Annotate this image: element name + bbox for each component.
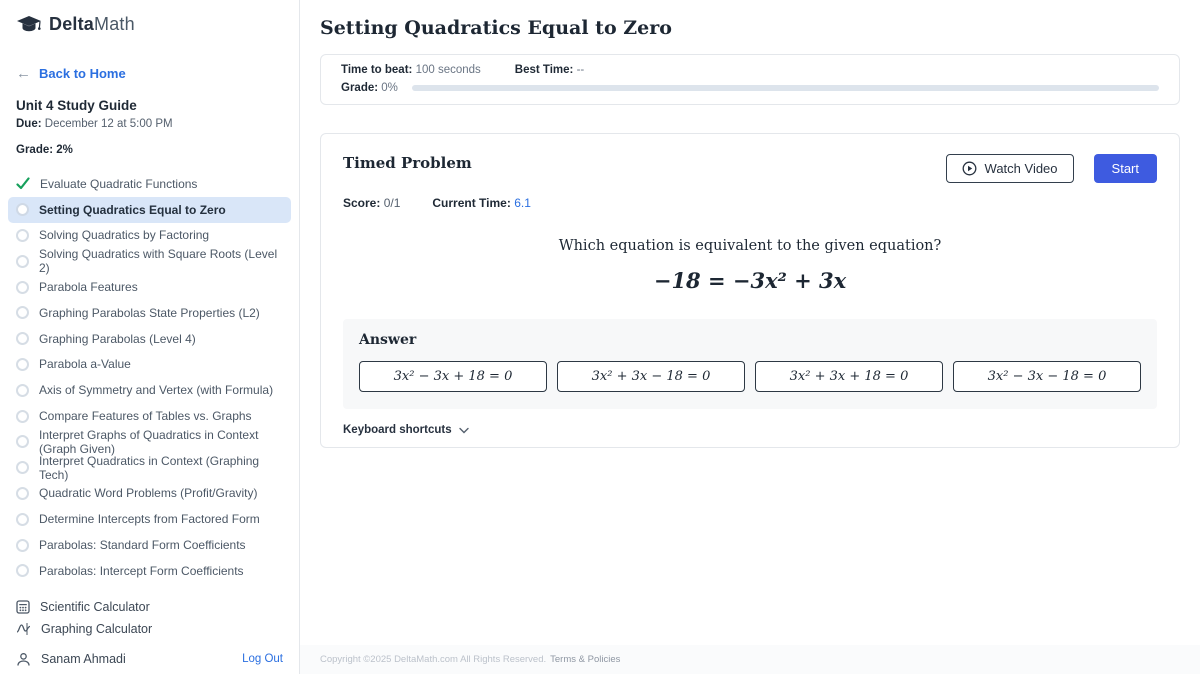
radio-icon — [16, 383, 29, 397]
terms-policies-link[interactable]: Terms & Policies — [550, 654, 620, 665]
answer-choices: 3x² − 3x + 18 = 0 3x² + 3x − 18 = 0 3x² … — [359, 361, 1141, 392]
main-content: Setting Quadratics Equal to Zero Time to… — [300, 0, 1200, 674]
chevron-down-icon — [458, 427, 469, 434]
sidebar: DeltaMath ← Back to Home Unit 4 Study Gu… — [0, 0, 300, 674]
sidebar-item-interpret-graphs-context[interactable]: Interpret Graphs of Quadratics in Contex… — [8, 428, 291, 456]
radio-icon — [16, 538, 29, 552]
sidebar-item-parabola-a-value[interactable]: Parabola a-Value — [8, 352, 291, 378]
radio-icon — [16, 486, 29, 500]
radio-icon — [16, 228, 29, 242]
sidebar-item-interpret-quadratics-context[interactable]: Interpret Quadratics in Context (Graphin… — [8, 454, 291, 482]
back-arrow-icon: ← — [16, 65, 31, 82]
best-time: Best Time: -- — [514, 64, 585, 76]
radio-icon — [16, 564, 29, 578]
user-icon — [16, 652, 31, 667]
answer-panel: Answer 3x² − 3x + 18 = 0 3x² + 3x − 18 =… — [343, 319, 1157, 409]
logout-link[interactable]: Log Out — [242, 653, 283, 665]
copyright-text: Copyright ©2025 DeltaMath.com All Rights… — [320, 654, 547, 665]
grade-text: Grade: 0% — [341, 82, 398, 94]
answer-choice-1[interactable]: 3x² − 3x + 18 = 0 — [359, 361, 547, 392]
radio-icon — [16, 254, 29, 268]
sidebar-item-parabola-features[interactable]: Parabola Features — [8, 274, 291, 300]
deltamath-logo[interactable]: DeltaMath — [0, 14, 299, 35]
start-button[interactable]: Start — [1093, 154, 1157, 183]
page-title: Setting Quadratics Equal to Zero — [320, 17, 672, 39]
graphing-calculator-link[interactable]: Graphing Calculator — [0, 618, 299, 640]
assignment-stats-card: Time to beat: 100 seconds Best Time: -- … — [320, 54, 1180, 105]
timed-problem-card: Timed Problem Watch Video Start Score: 0… — [320, 133, 1180, 448]
score-row: Score: 0/1 Current Time: 6.1 — [343, 196, 1157, 210]
sidebar-item-quadratic-word-problems[interactable]: Quadratic Word Problems (Profit/Gravity) — [8, 481, 291, 507]
calculator-icon — [16, 600, 30, 614]
problem-title: Timed Problem — [343, 154, 472, 172]
radio-icon — [16, 203, 29, 217]
sidebar-item-determine-intercepts[interactable]: Determine Intercepts from Factored Form — [8, 506, 291, 532]
sidebar-item-axis-of-symmetry-vertex[interactable]: Axis of Symmetry and Vertex (with Formul… — [8, 377, 291, 403]
sidebar-item-solving-quadratics-square-roots[interactable]: Solving Quadratics with Square Roots (Le… — [8, 247, 291, 275]
radio-icon — [16, 461, 29, 475]
stats-row: Time to beat: 100 seconds Best Time: -- — [341, 64, 1159, 76]
sidebar-item-compare-features-tables-graphs[interactable]: Compare Features of Tables vs. Graphs — [8, 403, 291, 429]
app-window: DeltaMath ← Back to Home Unit 4 Study Gu… — [0, 0, 1200, 674]
radio-icon — [16, 357, 29, 371]
problem-header: Timed Problem Watch Video Start — [343, 154, 1157, 183]
sidebar-item-evaluate-quadratic-functions[interactable]: Evaluate Quadratic Functions — [8, 171, 291, 197]
graduation-cap-icon — [16, 15, 42, 35]
footer: Copyright ©2025 DeltaMath.com All Rights… — [300, 645, 1200, 674]
sidebar-grade: Grade: 2% — [16, 144, 73, 156]
radio-icon — [16, 280, 29, 294]
unit-title: Unit 4 Study Guide — [16, 98, 137, 113]
radio-icon — [16, 435, 29, 449]
score: Score: 0/1 — [343, 196, 401, 210]
answer-choice-3[interactable]: 3x² + 3x + 18 = 0 — [755, 361, 943, 392]
radio-icon — [16, 409, 29, 423]
answer-choice-4[interactable]: 3x² − 3x − 18 = 0 — [953, 361, 1141, 392]
current-time: Current Time: 6.1 — [432, 196, 531, 210]
sidebar-item-setting-quadratics-equal-to-zero[interactable]: Setting Quadratics Equal to Zero — [8, 196, 291, 223]
question-text: Which equation is equivalent to the give… — [558, 238, 942, 254]
sidebar-item-parabolas-standard-form[interactable]: Parabolas: Standard Form Coefficients — [8, 532, 291, 558]
answer-heading: Answer — [359, 332, 417, 348]
sidebar-item-solving-quadratics-by-factoring[interactable]: Solving Quadratics by Factoring — [8, 223, 291, 249]
graph-icon — [16, 622, 31, 636]
logo-text: DeltaMath — [49, 14, 135, 34]
header-buttons: Watch Video Start — [945, 154, 1157, 183]
sidebar-item-parabolas-intercept-form[interactable]: Parabolas: Intercept Form Coefficients — [8, 558, 291, 584]
given-equation: −18 = −3x² + 3x — [653, 268, 847, 293]
radio-icon — [16, 306, 29, 320]
watch-video-button[interactable]: Watch Video — [945, 154, 1074, 183]
user-name: Sanam Ahmadi — [41, 652, 126, 667]
back-to-home-link[interactable]: ← Back to Home — [16, 65, 283, 82]
sidebar-item-graphing-parabolas-state-properties[interactable]: Graphing Parabolas State Properties (L2) — [8, 300, 291, 326]
grade-progressbar — [411, 85, 1159, 91]
sidebar-item-graphing-parabolas-level-4[interactable]: Graphing Parabolas (Level 4) — [8, 326, 291, 352]
scientific-calculator-link[interactable]: Scientific Calculator — [0, 596, 299, 618]
due-date: Due: December 12 at 5:00 PM — [16, 118, 173, 130]
keyboard-shortcuts-toggle[interactable]: Keyboard shortcuts — [343, 424, 1157, 436]
radio-icon — [16, 512, 29, 526]
user-row: Sanam Ahmadi Log Out — [16, 652, 283, 667]
play-video-icon — [962, 161, 977, 176]
assignment-list: Evaluate Quadratic Functions Setting Qua… — [8, 171, 291, 584]
check-icon — [16, 177, 30, 190]
radio-icon — [16, 332, 29, 346]
grade-row: Grade: 0% — [341, 82, 1159, 94]
answer-choice-2[interactable]: 3x² + 3x − 18 = 0 — [557, 361, 745, 392]
time-to-beat: Time to beat: 100 seconds — [341, 64, 481, 76]
